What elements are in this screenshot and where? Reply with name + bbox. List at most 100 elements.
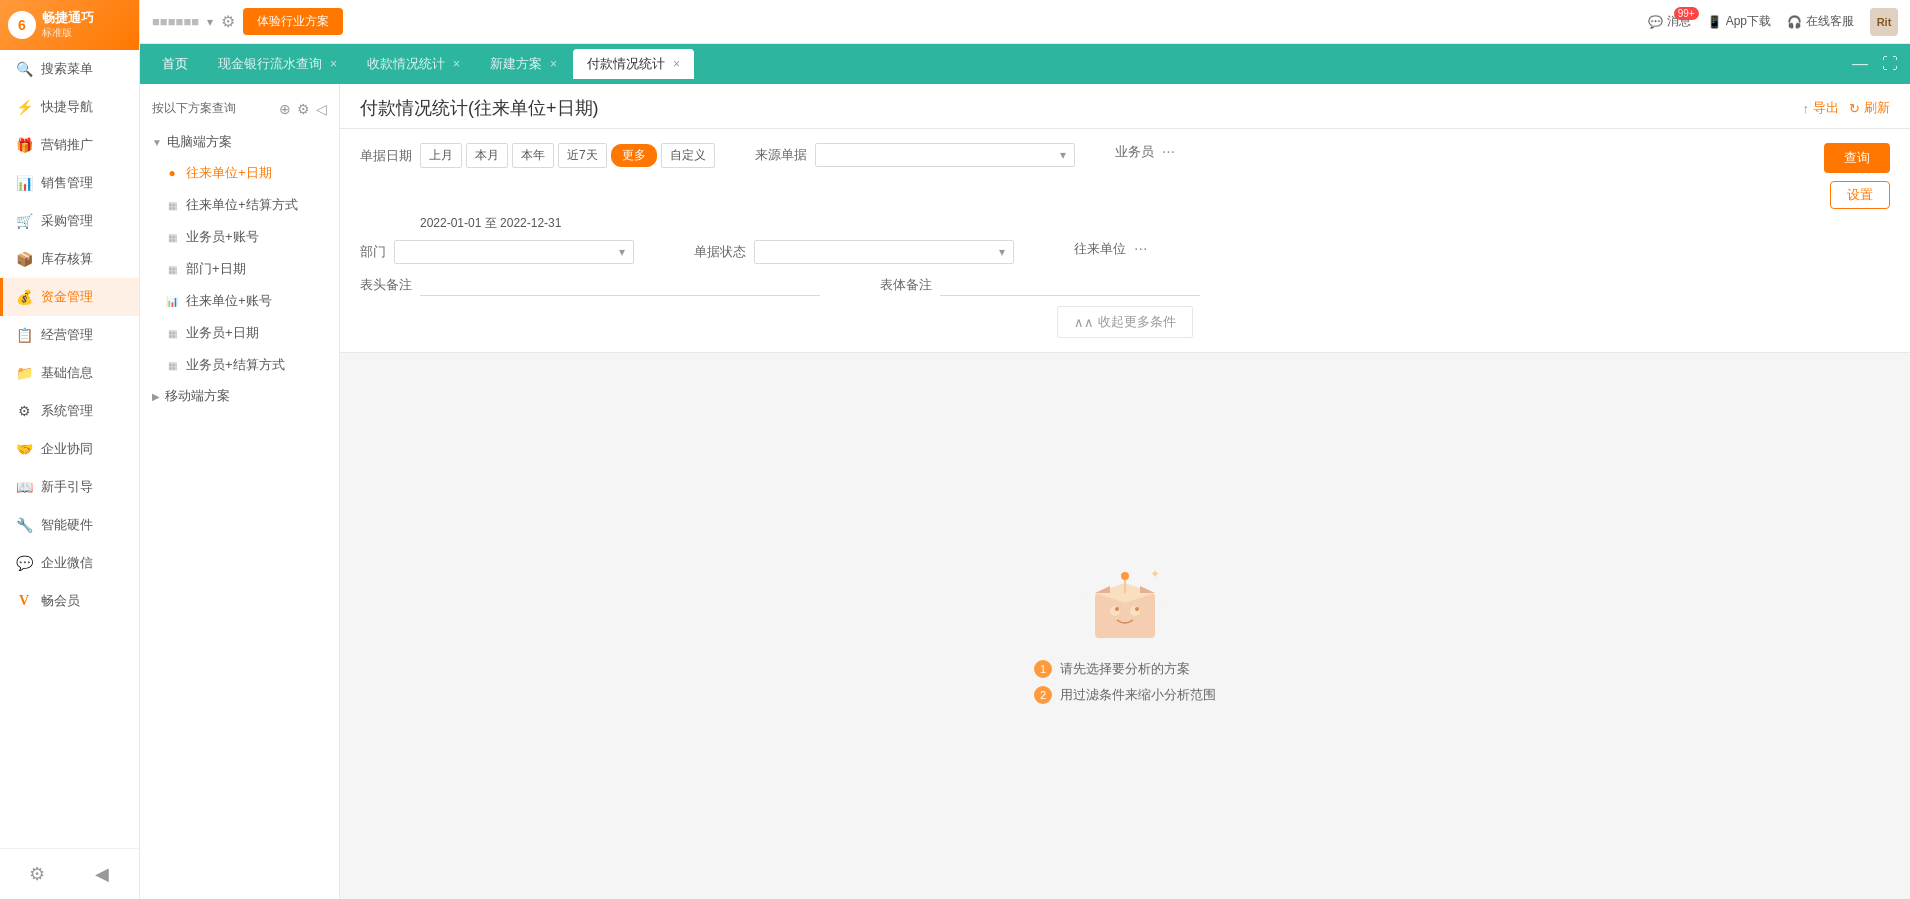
left-panel-actions: ⊕ ⚙ ◁ [279,101,327,117]
tab-home-label: 首页 [162,55,188,73]
sidebar-item-system[interactable]: ⚙ 系统管理 [0,392,139,430]
svg-point-7 [1135,607,1139,611]
tab-bank-close[interactable]: × [330,58,337,70]
tab-home[interactable]: 首页 [148,49,202,79]
filter-headernote-input[interactable] [420,274,820,296]
left-panel-add-btn[interactable]: ⊕ [279,101,291,117]
sidebar-item-wechat[interactable]: 💬 企业微信 [0,544,139,582]
sidebar-item-enterprise[interactable]: 🤝 企业协同 [0,430,139,468]
filter-dept-select[interactable]: ▾ [394,240,634,264]
refresh-icon: ↻ [1849,101,1860,116]
tabs-maximize-btn[interactable]: ⛶ [1878,53,1902,75]
sidebar-item-inventory[interactable]: 📦 库存核算 [0,240,139,278]
tab-receipt-close[interactable]: × [453,58,460,70]
sidebar-item-basic[interactable]: 📁 基础信息 [0,354,139,392]
scheme-counterparty-settle-label: 往来单位+结算方式 [186,196,298,214]
notification-item[interactable]: 💬 消息 99+ [1648,13,1691,30]
left-panel: 按以下方案查询 ⊕ ⚙ ◁ ▼ 电脑端方案 ● 往来单位+日期 ▦ [140,84,340,899]
refresh-label: 刷新 [1864,99,1890,117]
tab-payment[interactable]: 付款情况统计 × [573,49,694,79]
empty-tip-2: 2 用过滤条件来缩小分析范围 [1034,686,1216,704]
sidebar-item-purchase[interactable]: 🛒 采购管理 [0,202,139,240]
app-name-block: 畅捷通巧 标准版 [42,10,94,40]
collapse-icon: ∧∧ [1074,315,1094,330]
wechat-icon: 💬 [15,554,33,572]
scheme-item-dept-date[interactable]: ▦ 部门+日期 [140,253,339,285]
topbar-right: 💬 消息 99+ 📱 App下载 🎧 在线客服 Rit [1648,8,1898,36]
left-panel-collapse-btn[interactable]: ◁ [316,101,327,117]
date-btn-this-month[interactable]: 本月 [466,143,508,168]
tip-2-text: 用过滤条件来缩小分析范围 [1060,686,1216,704]
sidebar-item-sales[interactable]: 📊 销售管理 [0,164,139,202]
shortcut-icon: ⚡ [15,98,33,116]
hardware-icon: 🔧 [15,516,33,534]
desktop-group-label: 电脑端方案 [167,133,232,151]
avatar-item[interactable]: Rit [1870,8,1898,36]
tabs-actions: — ⛶ [1848,53,1902,75]
scheme-item-salesperson-settle[interactable]: ▦ 业务员+结算方式 [140,349,339,381]
left-panel-settings-btn[interactable]: ⚙ [297,101,310,117]
online-service-item[interactable]: 🎧 在线客服 [1787,13,1854,30]
sidebar-item-search[interactable]: 🔍 搜索菜单 [0,50,139,88]
sidebar-item-guide[interactable]: 📖 新手引导 [0,468,139,506]
tab-new-scheme-close[interactable]: × [550,58,557,70]
sidebar-item-vip[interactable]: V 畅会员 [0,582,139,620]
export-btn[interactable]: ↑ 导出 [1803,99,1840,117]
trial-btn[interactable]: 体验行业方案 [243,8,343,35]
app-download-label: App下载 [1726,13,1771,30]
sidebar-item-operation[interactable]: 📋 经营管理 [0,316,139,354]
company-dropdown-arrow[interactable]: ▾ [207,15,213,29]
tab-receipt[interactable]: 收款情况统计 × [353,49,474,79]
tabs-minimize-btn[interactable]: — [1848,53,1872,75]
mobile-scheme-group-header[interactable]: ▶ 移动端方案 [140,381,339,411]
date-btn-more[interactable]: 更多 [611,144,657,167]
sidebar-settings-btn[interactable]: ⚙ [8,857,66,891]
sidebar-item-finance[interactable]: 💰 资金管理 [0,278,139,316]
filter-actions-col: 查询 设置 [1824,143,1890,209]
sidebar-item-shortcut[interactable]: ⚡ 快捷导航 [0,88,139,126]
sidebar-collapse-btn[interactable]: ◀ [74,857,132,891]
sidebar-item-hardware[interactable]: 🔧 智能硬件 [0,506,139,544]
tip-num-1: 1 [1034,660,1052,678]
mobile-group-label: 移动端方案 [165,387,230,405]
sidebar-item-marketing[interactable]: 🎁 营销推广 [0,126,139,164]
date-btn-custom[interactable]: 自定义 [661,143,715,168]
scheme-item-counterparty-date[interactable]: ● 往来单位+日期 [140,157,339,189]
sidebar-item-search-label: 搜索菜单 [41,60,93,78]
date-btn-7days[interactable]: 近7天 [558,143,607,168]
filter-docstatus-select[interactable]: ▾ [754,240,1014,264]
collapse-btn[interactable]: ∧∧ 收起更多条件 [1057,306,1193,338]
scheme-item-counterparty-settle[interactable]: ▦ 往来单位+结算方式 [140,189,339,221]
desktop-scheme-group-header[interactable]: ▼ 电脑端方案 [140,127,339,157]
tab-bank[interactable]: 现金银行流水查询 × [204,49,351,79]
date-btn-this-year[interactable]: 本年 [512,143,554,168]
desktop-group-arrow: ▼ [152,137,162,148]
filter-date-label: 单据日期 [360,147,412,165]
headset-icon: 🎧 [1787,15,1802,29]
counterparty-dots[interactable]: ··· [1134,240,1147,258]
scheme-item-salesperson-date[interactable]: ▦ 业务员+日期 [140,317,339,349]
settings-btn[interactable]: 设置 [1830,181,1890,209]
finance-icon: 💰 [15,288,33,306]
filter-headernote-item: 表头备注 [360,274,820,296]
date-btn-last-month[interactable]: 上月 [420,143,462,168]
scheme-counterparty-date-label: 往来单位+日期 [186,164,272,182]
sidebar-item-wechat-label: 企业微信 [41,554,93,572]
filter-source-select[interactable]: ▾ [815,143,1075,167]
scheme-item-counterparty-account[interactable]: 📊 往来单位+账号 [140,285,339,317]
tab-new-scheme[interactable]: 新建方案 × [476,49,571,79]
scheme-salesperson-date-label: 业务员+日期 [186,324,259,342]
salesperson-dots[interactable]: ··· [1162,143,1175,161]
app-download-item[interactable]: 📱 App下载 [1707,13,1771,30]
sidebar-item-shortcut-label: 快捷导航 [41,98,93,116]
topbar-settings-icon[interactable]: ⚙ [221,12,235,31]
app-edition: 标准版 [42,26,94,40]
query-btn[interactable]: 查询 [1824,143,1890,173]
scheme-item-salesperson-account[interactable]: ▦ 业务员+账号 [140,221,339,253]
filter-salesperson-item: 业务员 ··· [1115,143,1175,161]
search-icon: 🔍 [15,60,33,78]
tab-payment-close[interactable]: × [673,58,680,70]
filter-bodynote-input[interactable] [940,274,1200,296]
refresh-btn[interactable]: ↻ 刷新 [1849,99,1890,117]
scheme-counterparty-account-label: 往来单位+账号 [186,292,272,310]
